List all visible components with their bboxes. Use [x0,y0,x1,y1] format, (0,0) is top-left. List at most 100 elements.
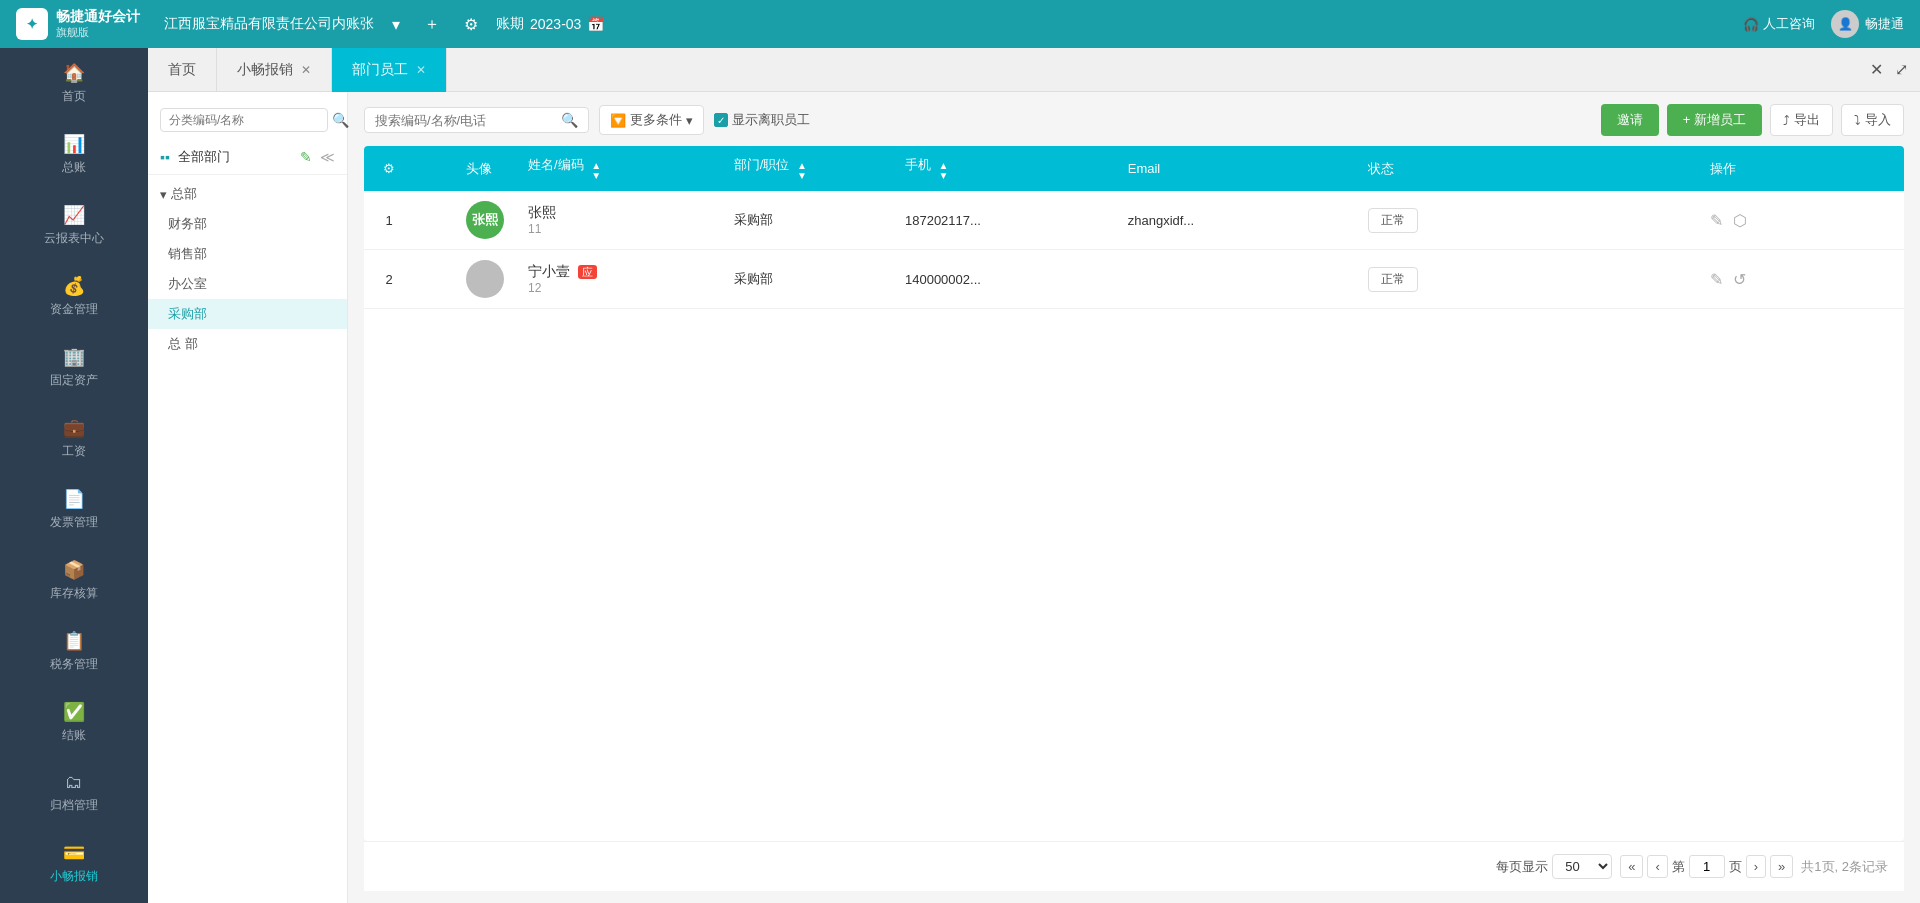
next-page-btn[interactable]: › [1746,855,1766,878]
col-email: Email [1116,146,1356,191]
content-area: 首页 小畅报销 ✕ 部门员工 ✕ ✕ ⤢ 🔍 [148,48,1920,903]
sidebar: 🏠 首页 📊 总账 📈 云报表中心 💰 资金管理 🏢 固定资产 💼 工资 📄 发… [0,48,148,903]
col-dept-pos[interactable]: 部门/职位 ▲▼ [722,146,893,191]
sidebar-item-salary[interactable]: 💼 工资 [0,403,148,474]
add-company-btn[interactable]: ＋ [418,10,446,39]
tab-expand-btn[interactable]: ⤢ [1891,56,1912,83]
tab-home[interactable]: 首页 [148,48,217,92]
dept-search-input[interactable] [160,108,328,132]
dept-pos-1: 采购部 [722,191,893,250]
tab-dept-close[interactable]: ✕ [416,63,426,77]
ying-badge: 应 [578,265,597,279]
logo-area: ✦ 畅捷通好会计 旗舰版 [16,8,164,40]
prev-page-btn[interactable]: ‹ [1647,855,1667,878]
sidebar-label-funds: 资金管理 [50,301,98,318]
row-num-col-1 [414,191,454,250]
sidebar-item-expense[interactable]: 💳 小畅报销 [0,828,148,899]
col-status: 状态 [1356,146,1699,191]
sidebar-item-invoice[interactable]: 📄 发票管理 [0,474,148,545]
sort-icons-dept: ▲▼ [797,161,807,181]
calendar-icon[interactable]: 📅 [587,16,604,32]
tab-expense-close[interactable]: ✕ [301,63,311,77]
settings-btn[interactable]: ⚙ [458,11,484,38]
tabs-bar: 首页 小畅报销 ✕ 部门员工 ✕ ✕ ⤢ [148,48,1920,92]
import-btn[interactable]: ⤵ 导入 [1841,104,1904,136]
refresh-icon-2[interactable]: ↺ [1733,270,1746,289]
sidebar-item-tax[interactable]: 📋 税务管理 [0,616,148,687]
edit-icon-1[interactable]: ✎ [1710,211,1723,230]
export-icon: ⤴ [1783,113,1790,128]
company-name[interactable]: 江西服宝精品有限责任公司内账张 [164,15,374,33]
per-page-select[interactable]: 50 10 20 100 [1552,854,1612,879]
table-wrapper: ⚙ 头像 姓名/编码 ▲▼ 部门/职位 [364,146,1904,841]
name-code-cell-1: 张熙 11 [516,191,722,250]
dept-node-general[interactable]: 总 部 [148,329,347,359]
chevron-down-icon: ▾ [686,113,693,128]
email-2 [1116,250,1356,309]
dept-label-sales: 销售部 [168,245,207,263]
page-input[interactable] [1689,855,1725,878]
dept-label-office: 办公室 [168,275,207,293]
dept-search-icon[interactable]: 🔍 [332,112,349,128]
search-icon[interactable]: 🔍 [561,112,578,128]
add-employee-btn[interactable]: + 新增员工 [1667,104,1762,136]
col-name-code[interactable]: 姓名/编码 ▲▼ [516,146,722,191]
col-settings[interactable]: ⚙ [364,146,414,191]
header-middle: 江西服宝精品有限责任公司内账张 ▾ ＋ ⚙ 账期 2023-03 📅 [164,10,1743,39]
sidebar-item-reports[interactable]: 📈 云报表中心 [0,190,148,261]
dept-node-purchase[interactable]: 采购部 [148,299,347,329]
ledger-icon: 📊 [63,133,85,155]
account-period: 账期 2023-03 📅 [496,15,604,33]
sort-icons-phone: ▲▼ [939,161,949,181]
dept-label-general: 总 部 [168,335,198,353]
headset-icon: 🎧 [1743,17,1759,32]
logout-icon-1[interactable]: ⬡ [1733,211,1747,230]
service-btn[interactable]: 🎧 人工咨询 [1743,15,1815,33]
search-input[interactable] [375,113,555,128]
edit-icon-2[interactable]: ✎ [1710,270,1723,289]
header-right: 🎧 人工咨询 👤 畅捷通 [1743,10,1904,38]
export-btn[interactable]: ⤴ 导出 [1770,104,1833,136]
page-content: 🔍 ▪▪ 全部部门 ✎ ≪ ▾ 总部 财务部 [148,92,1920,903]
user-area[interactable]: 👤 畅捷通 [1831,10,1904,38]
show-inactive-toggle[interactable]: ✓ 显示离职员工 [714,111,810,129]
sidebar-item-funds[interactable]: 💰 资金管理 [0,261,148,332]
sidebar-item-home[interactable]: 🏠 首页 [0,48,148,119]
sidebar-item-fixed-assets[interactable]: 🏢 固定资产 [0,332,148,403]
ops-2: ✎ ↺ [1710,270,1892,289]
sidebar-label-archive: 归档管理 [50,797,98,814]
col-phone[interactable]: 手机 ▲▼ [893,146,1116,191]
sidebar-item-ledger[interactable]: 📊 总账 [0,119,148,190]
period-value[interactable]: 2023-03 [530,16,581,32]
grid-icon: ▪▪ [160,149,170,165]
app-subtitle: 旗舰版 [56,25,140,40]
dept-all-btn[interactable]: ▪▪ 全部部门 ✎ ≪ [148,140,347,175]
tab-close-btn[interactable]: ✕ [1866,56,1887,83]
sidebar-item-settings[interactable]: ⚙ 基础设置 [0,899,148,903]
top-header: ✦ 畅捷通好会计 旗舰版 江西服宝精品有限责任公司内账张 ▾ ＋ ⚙ 账期 20… [0,0,1920,48]
tab-expense[interactable]: 小畅报销 ✕ [217,48,332,92]
sidebar-item-archive[interactable]: 🗂 归档管理 [0,758,148,828]
funds-icon: 💰 [63,275,85,297]
dept-node-sales[interactable]: 销售部 [148,239,347,269]
dept-label-purchase: 采购部 [168,305,207,323]
invite-btn[interactable]: 邀请 [1601,104,1659,136]
dept-edit-icon[interactable]: ✎ [300,149,312,165]
company-dropdown-btn[interactable]: ▾ [386,11,406,38]
filter-label: 更多条件 [630,111,682,129]
dept-node-office[interactable]: 办公室 [148,269,347,299]
last-page-btn[interactable]: » [1770,855,1793,878]
status-1: 正常 [1356,191,1699,250]
filter-btn[interactable]: 🔽 更多条件 ▾ [599,105,704,135]
col-avatar: 头像 [454,146,516,191]
dept-collapse-icon[interactable]: ≪ [320,149,335,165]
inactive-checkbox[interactable]: ✓ [714,113,728,127]
tab-dept-employee[interactable]: 部门员工 ✕ [332,48,447,92]
sidebar-item-inventory[interactable]: 📦 库存核算 [0,545,148,616]
dept-node-head[interactable]: ▾ 总部 [148,179,347,209]
first-page-btn[interactable]: « [1620,855,1643,878]
invoice-icon: 📄 [63,488,85,510]
sidebar-item-settlement[interactable]: ✅ 结账 [0,687,148,758]
dept-node-finance[interactable]: 财务部 [148,209,347,239]
row-num-2: 2 [364,250,414,309]
